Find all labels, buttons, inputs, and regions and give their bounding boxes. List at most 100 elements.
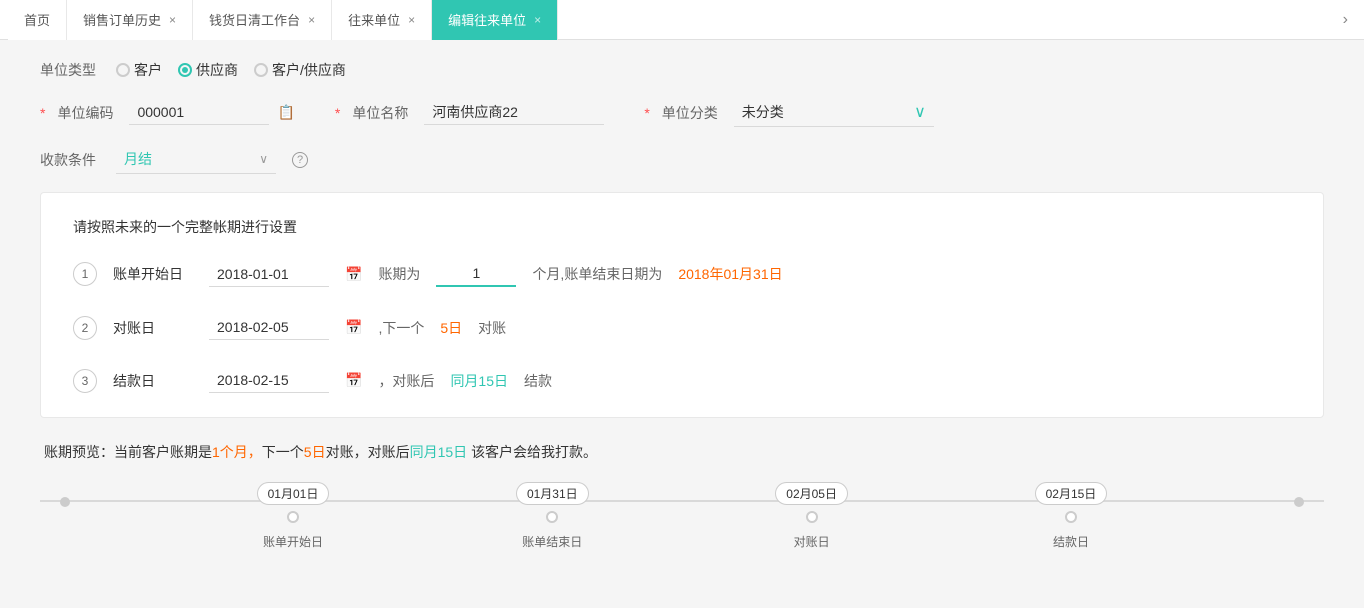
- main-content: 单位类型 客户 供应商 客户/供应商 * 单位编码 📋 * 单位名称: [0, 40, 1364, 608]
- required-star: *: [40, 105, 45, 121]
- step-row-2: 2 对账日 📅 ,下一个 5日对账: [73, 315, 1291, 340]
- timeline-node-2: 01月31日 账单结束日: [516, 482, 589, 550]
- timeline-badge-3: 02月05日: [775, 482, 848, 505]
- payment-condition-dropdown[interactable]: 月结 ∨: [116, 145, 276, 174]
- timeline-badge-2: 01月31日: [516, 482, 589, 505]
- step-label-2: 对账日: [113, 318, 193, 338]
- chevron-down-icon: ∨: [914, 102, 926, 122]
- calendar-icon-2[interactable]: 📅: [345, 319, 362, 336]
- timeline-label-2: 账单结束日: [522, 533, 582, 550]
- preview-section: 账期预览：当前客户账期是1个月，下一个5日对账，对账后同月15日 该客户会给我打…: [40, 442, 1324, 550]
- close-icon[interactable]: ×: [169, 13, 176, 27]
- timeline-badge-1: 01月01日: [257, 482, 330, 505]
- tab-expand-button[interactable]: ›: [1335, 11, 1356, 29]
- copy-icon[interactable]: 📋: [277, 104, 294, 121]
- step-date-input-2[interactable]: [209, 315, 329, 340]
- radio-supplier-label: 供应商: [196, 60, 238, 80]
- period-input[interactable]: [436, 261, 516, 287]
- tab-cash-ledger[interactable]: 钱货日清工作台 ×: [193, 0, 332, 40]
- unit-category-group: * 单位分类 未分类 ∨: [644, 98, 933, 127]
- card-title: 请按照未来的一个完整帐期进行设置: [73, 217, 1291, 237]
- radio-supplier[interactable]: 供应商: [178, 60, 238, 80]
- required-star-name: *: [335, 105, 340, 121]
- payment-condition-label: 收款条件: [40, 150, 96, 170]
- step-desc-highlight-3: 同月15日: [450, 371, 508, 391]
- unit-type-label: 单位类型: [40, 60, 96, 80]
- preview-highlight2: 5日: [304, 444, 326, 460]
- close-icon[interactable]: ×: [408, 13, 415, 27]
- tab-edit-partner-unit[interactable]: 编辑往来单位 ×: [432, 0, 558, 40]
- preview-text: 账期预览：当前客户账期是1个月，下一个5日对账，对账后同月15日 该客户会给我打…: [40, 442, 1324, 462]
- tab-partner-units-label: 往来单位: [348, 10, 400, 29]
- unit-info-section: * 单位编码 📋 * 单位名称 * 单位分类 未分类 ∨: [40, 98, 1324, 127]
- step-date-input-3[interactable]: [209, 368, 329, 393]
- timeline-dot-4: [1065, 511, 1077, 523]
- step-desc-suffix-3: 结款: [524, 371, 552, 391]
- tab-home[interactable]: 首页: [8, 0, 67, 40]
- unit-type-radio-group: 客户 供应商 客户/供应商: [116, 60, 346, 80]
- tab-cash-ledger-label: 钱货日清工作台: [209, 10, 300, 29]
- step-date-input-1[interactable]: [209, 262, 329, 287]
- help-icon[interactable]: ?: [292, 152, 308, 168]
- step-label-1: 账单开始日: [113, 264, 193, 284]
- unit-code-label: 单位编码: [57, 103, 113, 123]
- timeline-date-1: 01月01日: [268, 487, 319, 501]
- radio-supplier-circle: [178, 63, 192, 77]
- timeline-label-4: 结款日: [1053, 533, 1089, 550]
- calendar-icon-3[interactable]: 📅: [345, 372, 362, 389]
- tab-edit-partner-unit-label: 编辑往来单位: [448, 10, 526, 29]
- timeline-label-1: 账单开始日: [263, 533, 323, 550]
- unit-category-label: 单位分类: [662, 103, 718, 123]
- timeline-left-dot: [60, 497, 70, 507]
- preview-suffix: 该客户会给我打款。: [471, 444, 597, 460]
- unit-code-input[interactable]: [129, 100, 269, 125]
- timeline-left-end: [60, 494, 70, 507]
- unit-type-section: 单位类型 客户 供应商 客户/供应商: [40, 60, 1324, 80]
- tab-sales-order-history-label: 销售订单历史: [83, 10, 161, 29]
- calendar-icon-1[interactable]: 📅: [345, 266, 362, 283]
- unit-name-group: * 单位名称: [335, 100, 604, 125]
- tab-partner-units[interactable]: 往来单位 ×: [332, 0, 432, 40]
- timeline-date-3: 02月05日: [786, 487, 837, 501]
- payment-condition-section: 收款条件 月结 ∨ ?: [40, 145, 1324, 174]
- timeline-date-2: 01月31日: [527, 487, 578, 501]
- unit-category-dropdown[interactable]: 未分类 ∨: [734, 98, 934, 127]
- step-desc-highlight-2: 5日: [440, 318, 462, 338]
- unit-category-value: 未分类: [742, 102, 914, 122]
- timeline-node-3: 02月05日 对账日: [775, 482, 848, 550]
- timeline-nodes: 01月01日 账单开始日 01月31日 账单结束日 02月05日: [60, 482, 1304, 550]
- step-period-label: 账期为: [378, 264, 420, 284]
- tab-sales-order-history[interactable]: 销售订单历史 ×: [67, 0, 193, 40]
- step-desc-prefix-2: ,下一个: [378, 318, 424, 338]
- step-num-1: 1: [73, 262, 97, 286]
- preview-prefix: 账期预览：当前客户账期是: [44, 444, 212, 460]
- tab-home-label: 首页: [24, 10, 50, 29]
- timeline: 01月01日 账单开始日 01月31日 账单结束日 02月05日: [40, 482, 1324, 550]
- radio-customer-supplier-circle: [254, 63, 268, 77]
- payment-condition-value: 月结: [124, 149, 259, 169]
- radio-customer-label: 客户: [134, 60, 162, 80]
- timeline-date-4: 02月15日: [1046, 487, 1097, 501]
- timeline-badge-4: 02月15日: [1035, 482, 1108, 505]
- step-desc-suffix-2: 对账: [478, 318, 506, 338]
- step-row-3: 3 结款日 📅 ，对账后同月15日结款: [73, 368, 1291, 393]
- preview-highlight3: 同月15日: [410, 444, 468, 460]
- step-row-1: 1 账单开始日 📅 账期为 个月,账单结束日期为 2018年01月31日: [73, 261, 1291, 287]
- tabs-bar: 首页 销售订单历史 × 钱货日清工作台 × 往来单位 × 编辑往来单位 × ›: [0, 0, 1364, 40]
- step-period-unit: 个月,账单结束日期为: [532, 264, 662, 284]
- radio-customer-supplier[interactable]: 客户/供应商: [254, 60, 346, 80]
- close-icon[interactable]: ×: [308, 13, 315, 27]
- unit-name-input[interactable]: [424, 100, 604, 125]
- timeline-node-4: 02月15日 结款日: [1035, 482, 1108, 550]
- step-label-3: 结款日: [113, 371, 193, 391]
- unit-code-group: * 单位编码 📋: [40, 100, 295, 125]
- step-num-2: 2: [73, 316, 97, 340]
- radio-customer[interactable]: 客户: [116, 60, 162, 80]
- required-star-category: *: [644, 105, 649, 121]
- timeline-node-1: 01月01日 账单开始日: [257, 482, 330, 550]
- close-icon[interactable]: ×: [534, 13, 541, 27]
- settings-card: 请按照未来的一个完整帐期进行设置 1 账单开始日 📅 账期为 个月,账单结束日期…: [40, 192, 1324, 418]
- radio-customer-supplier-label: 客户/供应商: [272, 60, 346, 80]
- timeline-dot-1: [287, 511, 299, 523]
- preview-highlight1: 1个月，: [212, 444, 262, 460]
